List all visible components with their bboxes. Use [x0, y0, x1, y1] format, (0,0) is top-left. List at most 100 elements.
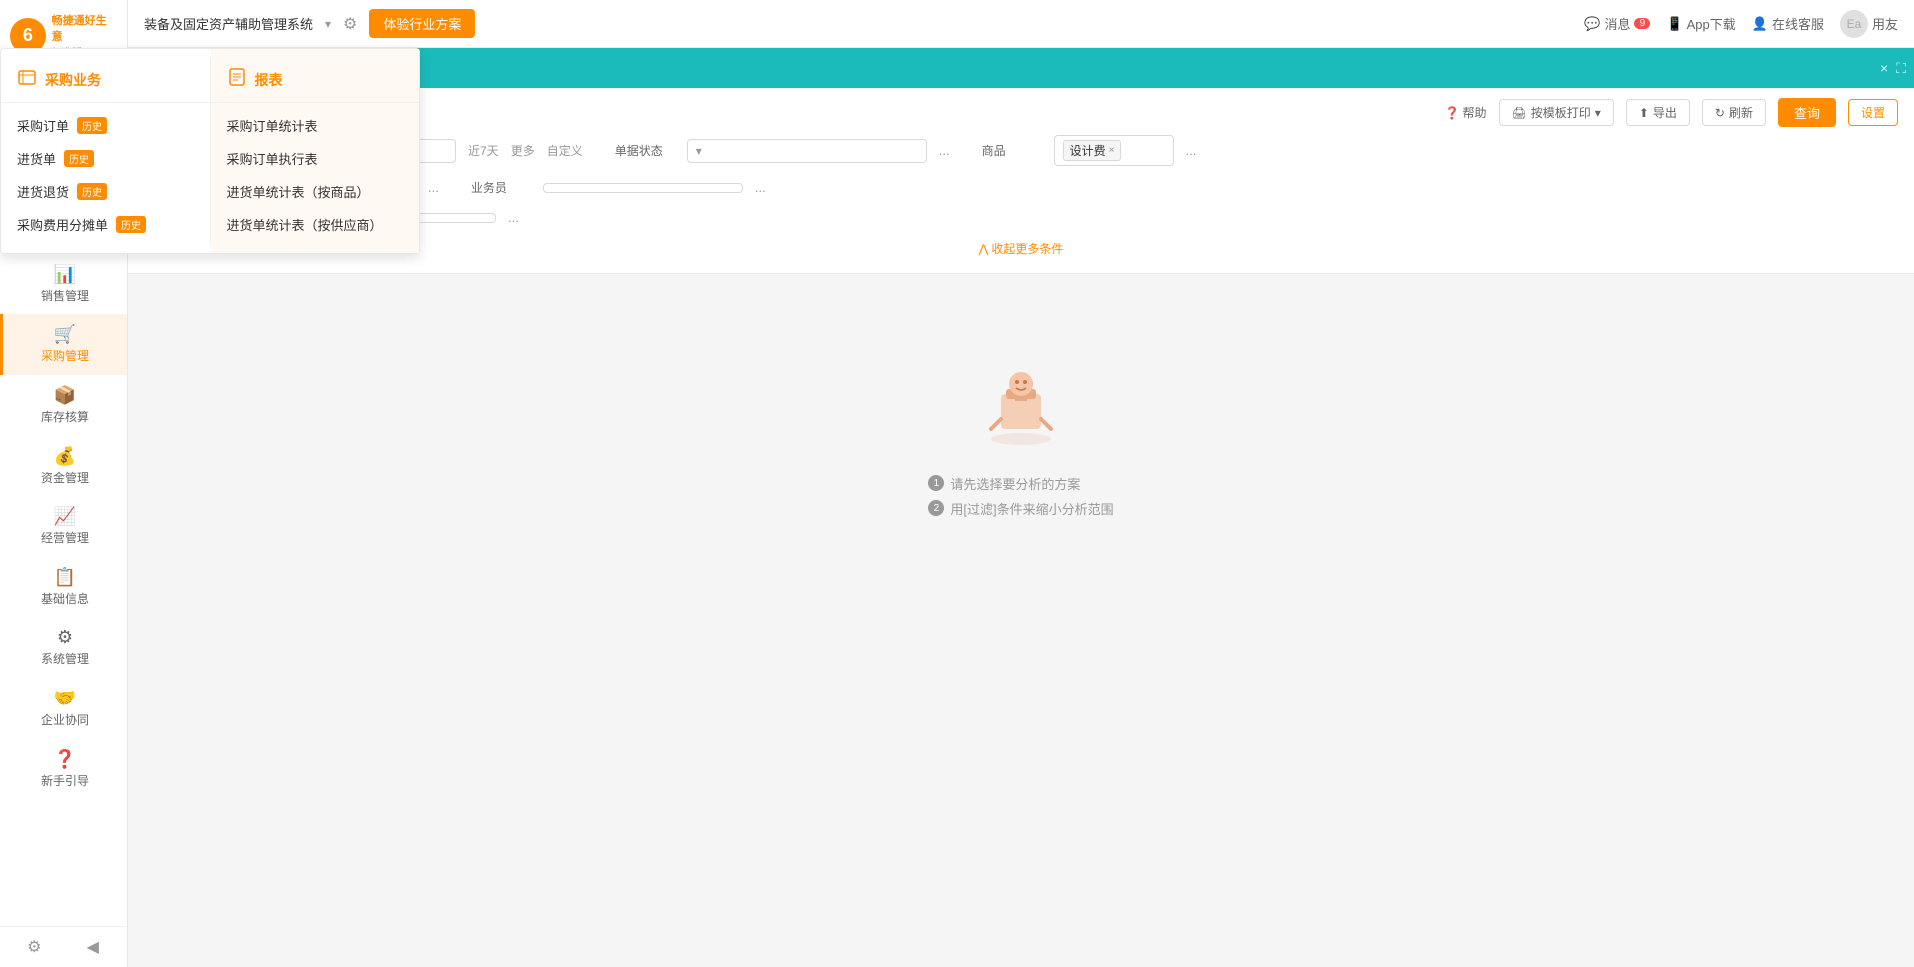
header-right: 💬 消息 9 📱 App下载 👤 在线客服 Ea 用友 [1584, 10, 1898, 38]
main-area: 装备及固定资产辅助管理系统 ▾ ⚙ 体验行业方案 💬 消息 9 📱 App下载 … [128, 0, 1914, 967]
sidebar-settings-btn[interactable]: ⚙ [10, 937, 59, 957]
sidebar-item-finance[interactable]: 💰 资金管理 [0, 436, 127, 497]
dropdown-item-order-stats[interactable]: 采购订单统计表 [211, 109, 420, 142]
sidebar-item-collaboration[interactable]: 🤝 企业协同 [0, 678, 127, 739]
app-icon: 📱 [1666, 16, 1682, 32]
customer-dots[interactable]: ... [508, 210, 519, 225]
dropdown-col-report-header: 报表 [211, 61, 420, 103]
sidebar-bottom: ⚙ ◀ [0, 926, 127, 967]
dropdown-item-expense[interactable]: 采购费用分摊单 历史 [128, 208, 210, 241]
dropdown-item-purchase-order[interactable]: 采购订单 历史 [128, 109, 210, 142]
app-label: App下载 [1687, 14, 1736, 33]
dropdown-item-return[interactable]: 进货退货 历史 [128, 175, 210, 208]
sidebar-item-system[interactable]: ⚙ 系统管理 [0, 617, 127, 678]
refresh-btn[interactable]: ↻ 刷新 [1702, 99, 1766, 126]
top-header: 装备及固定资产辅助管理系统 ▾ ⚙ 体验行业方案 💬 消息 9 📱 App下载 … [128, 0, 1914, 48]
sidebar-item-label: 资金管理 [41, 471, 89, 487]
dropdown-col-purchase-header: 采购业务 [128, 61, 210, 103]
doc-status-label: 单据状态 [615, 142, 675, 159]
export-icon: ⬆ [1639, 106, 1649, 120]
dropdown-item-inbound[interactable]: 进货单 历史 [128, 142, 210, 175]
print-btn[interactable]: 🖨 按模板打印 ▾ [1499, 99, 1614, 126]
dropdown-menu: 采购业务 采购订单 历史 进货单 历史 进货退货 历史 采购费用分摊单 历史 [128, 48, 420, 254]
collapse-arrow-icon: ⋀ [979, 242, 989, 256]
dropdown-col-report: 报表 采购订单统计表 采购订单执行表 进货单统计表（按商品） 进货单统计表（按供… [211, 49, 420, 253]
sales-icon: 📊 [54, 264, 76, 285]
app-download-item[interactable]: 📱 App下载 [1666, 14, 1735, 33]
service-icon: 👤 [1752, 16, 1768, 32]
sidebar-item-operations[interactable]: 📈 经营管理 [0, 496, 127, 557]
sidebar-item-inventory[interactable]: 📦 库存核算 [0, 375, 127, 436]
message-icon: 💬 [1584, 16, 1600, 32]
sidebar-item-label: 基础信息 [41, 592, 89, 608]
logo-name: 畅捷通好生意 [52, 12, 117, 44]
dropdown-item-order-exec[interactable]: 采购订单执行表 [211, 142, 420, 175]
dropdown-item-inbound-by-goods[interactable]: 进货单统计表（按商品） [211, 175, 420, 208]
doc-status-dots[interactable]: ... [939, 143, 950, 158]
dropdown-col-report-title: 报表 [255, 70, 283, 90]
collab-icon: 🤝 [54, 688, 76, 709]
message-item[interactable]: 💬 消息 9 [1584, 14, 1650, 33]
user-label: 用友 [1872, 14, 1898, 33]
purchase-icon: 🛒 [54, 324, 76, 345]
header-dropdown-arrow[interactable]: ▾ [325, 17, 331, 31]
export-btn[interactable]: ⬆ 导出 [1626, 99, 1690, 126]
sidebar-item-label: 经营管理 [41, 531, 89, 547]
goods-label: 商品 [982, 142, 1042, 159]
goods-dots[interactable]: ... [1186, 143, 1197, 158]
expense-history: 历史 [128, 216, 146, 233]
collapse-label: 收起更多条件 [991, 240, 1063, 257]
service-label: 在线客服 [1772, 14, 1824, 33]
settings-btn[interactable]: 设置 [1848, 99, 1898, 126]
window-expand-icon[interactable]: ⛶ [1896, 60, 1906, 77]
sidebar-item-purchase[interactable]: 🛒 采购管理 [0, 314, 127, 375]
online-service-item[interactable]: 👤 在线客服 [1752, 14, 1824, 33]
query-btn[interactable]: 查询 [1778, 98, 1836, 127]
content-area: 1 请先选择要分析的方案 2 用[过滤]条件来缩小分析范围 [128, 274, 1914, 967]
doc-status-input[interactable]: ▾ [687, 139, 927, 163]
dropdown-item-inbound-by-supplier[interactable]: 进货单统计表（按供应商） [211, 208, 420, 241]
finance-icon: 💰 [54, 446, 76, 467]
sidebar-item-guide[interactable]: ❓ 新手引导 [0, 739, 127, 800]
info-icon: 📋 [54, 567, 76, 588]
salesperson-dots[interactable]: ... [755, 180, 766, 195]
sidebar-item-label: 采购管理 [41, 349, 89, 365]
goods-input[interactable]: 设计费 × [1054, 135, 1174, 166]
goods-tag: 设计费 × [1063, 140, 1122, 161]
date-shortcut-more[interactable]: 更多 [511, 142, 535, 159]
header-gear-icon[interactable]: ⚙ [343, 14, 357, 34]
salesperson-input[interactable] [543, 183, 743, 193]
sidebar-item-label: 企业协同 [41, 713, 89, 729]
refresh-icon: ↻ [1715, 106, 1725, 120]
date-shortcut-7d[interactable]: 近7天 [468, 142, 499, 159]
inbound-by-goods-label: 进货单统计表（按商品） [227, 182, 370, 201]
user-item[interactable]: Ea 用友 [1840, 10, 1898, 38]
guide-icon: ❓ [54, 749, 76, 770]
system-icon: ⚙ [57, 627, 73, 648]
empty-tip-1: 请先选择要分析的方案 [950, 474, 1080, 493]
sidebar-collapse-btn[interactable]: ◀ [69, 937, 118, 957]
sidebar-item-label: 库存核算 [41, 410, 89, 426]
order-stats-label: 采购订单统计表 [227, 116, 318, 135]
empty-state: 1 请先选择要分析的方案 2 用[过滤]条件来缩小分析范围 [128, 274, 1914, 604]
tab-bar-right: × ⛶ [1880, 60, 1906, 77]
inventory-icon: 📦 [54, 385, 76, 406]
industry-btn[interactable]: 体验行业方案 [369, 9, 475, 38]
empty-tip-2: 用[过滤]条件来缩小分析范围 [950, 499, 1113, 518]
sidebar-item-basic-info[interactable]: 📋 基础信息 [0, 557, 127, 618]
sidebar-item-sales[interactable]: 📊 销售管理 [0, 254, 127, 315]
system-name: 装备及固定资产辅助管理系统 [144, 14, 313, 33]
message-badge: 9 [1634, 18, 1650, 29]
window-close-icon[interactable]: × [1880, 60, 1888, 76]
help-btn[interactable]: ❓ 帮助 [1445, 104, 1487, 121]
doc-status-arrow: ▾ [696, 144, 702, 158]
goods-tag-close-icon[interactable]: × [1109, 145, 1115, 156]
sidebar-item-label: 系统管理 [41, 652, 89, 668]
sidebar-item-label: 新手引导 [41, 774, 89, 790]
date-shortcut-custom[interactable]: 自定义 [547, 142, 583, 159]
sidebar-item-label: 销售管理 [41, 289, 89, 305]
rank-dots[interactable]: ... [428, 180, 439, 195]
empty-illustration [971, 354, 1071, 454]
avatar: Ea [1840, 10, 1868, 38]
operations-icon: 📈 [54, 506, 76, 527]
